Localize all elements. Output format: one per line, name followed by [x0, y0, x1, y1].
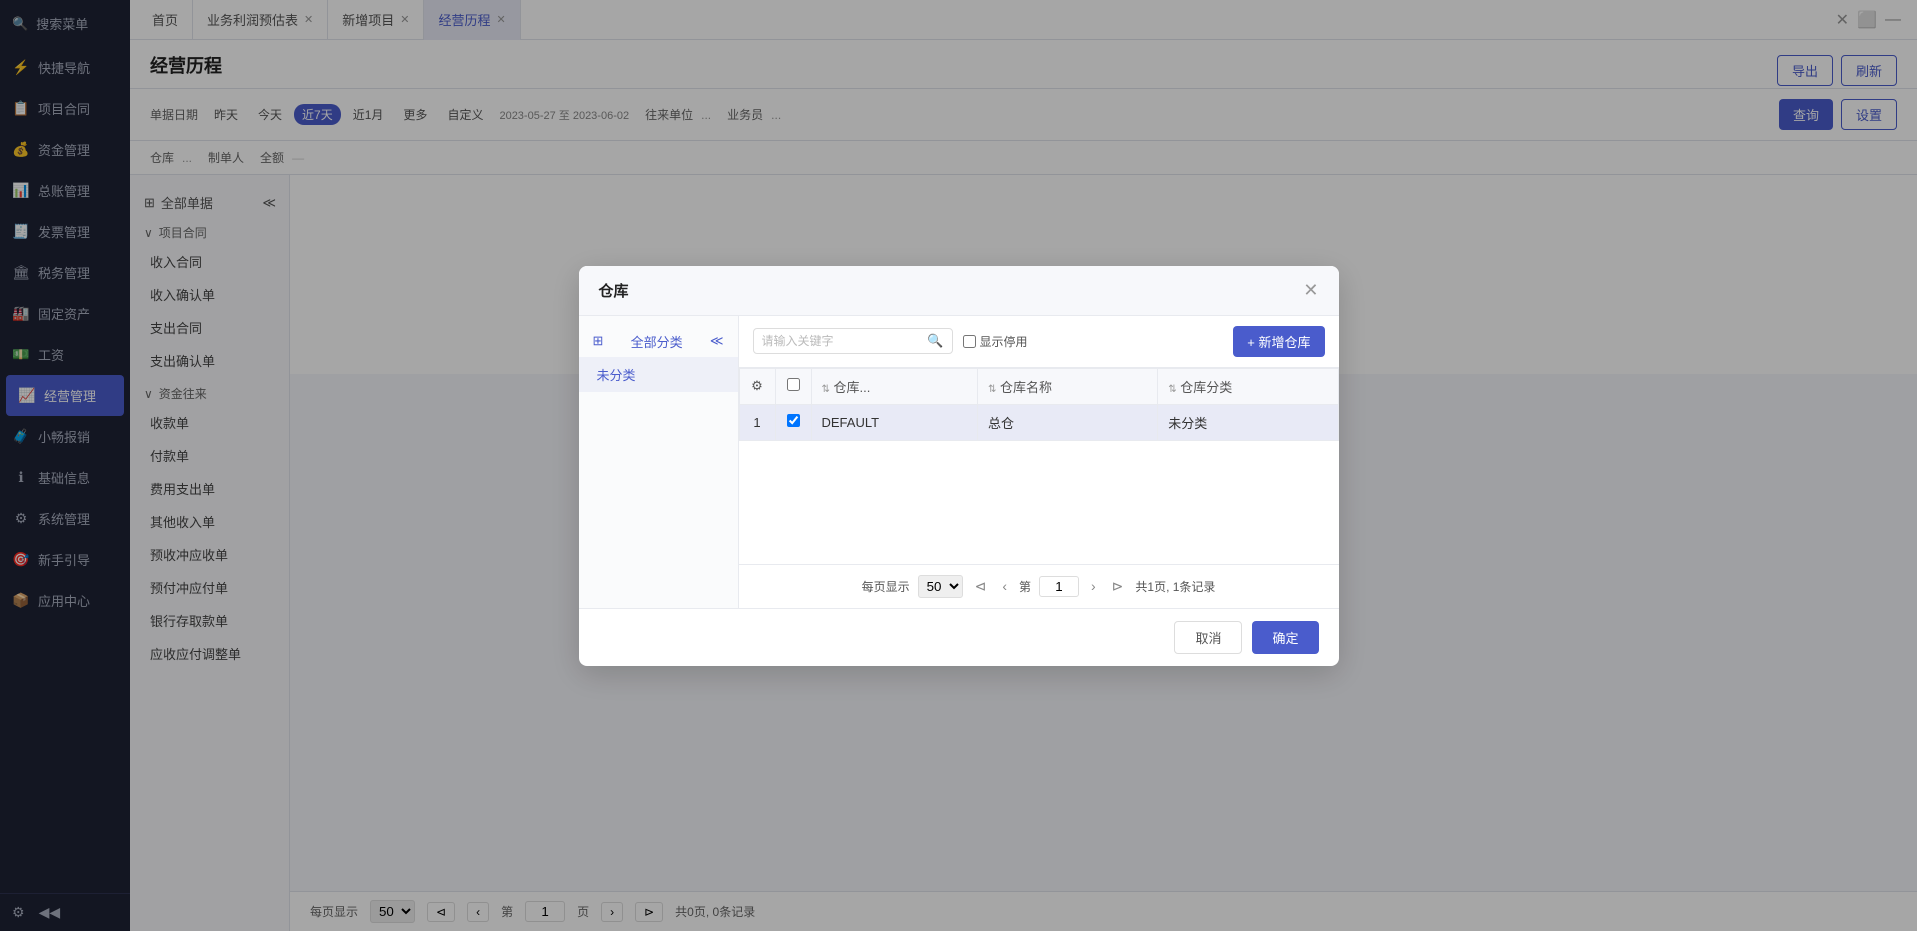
warehouse-dialog: 仓库 ✕ ⊞ 全部分类 ≪ 未分类 🔍 [579, 266, 1339, 666]
dialog-search-box[interactable]: 🔍 [753, 328, 953, 354]
th-name: ⇅ 仓库名称 [978, 368, 1158, 404]
dialog-page-input[interactable] [1039, 576, 1079, 597]
row-checkbox[interactable] [775, 404, 811, 440]
gear-icon: ⚙ [751, 378, 763, 393]
confirm-button[interactable]: 确定 [1252, 621, 1318, 654]
all-category-label: 全部分类 [631, 332, 683, 351]
dialog-search-input[interactable] [762, 334, 922, 348]
row-id: 1 [739, 404, 775, 440]
th-category: ⇅ 仓库分类 [1158, 368, 1338, 404]
dialog-title: 仓库 [599, 280, 629, 301]
show-disabled-label[interactable]: 显示停用 [963, 333, 1028, 350]
modal-overlay: 仓库 ✕ ⊞ 全部分类 ≪ 未分类 🔍 [0, 0, 1917, 931]
dialog-all-category[interactable]: ⊞ 全部分类 ≪ [579, 326, 738, 357]
dialog-next-btn[interactable]: › [1087, 578, 1100, 594]
dialog-prev-btn[interactable]: ‹ [998, 578, 1011, 594]
sort-icon3: ⇅ [1168, 384, 1176, 395]
dialog-page-label: 第 [1019, 578, 1031, 595]
dialog-left-panel: ⊞ 全部分类 ≪ 未分类 [579, 316, 739, 608]
th-gear: ⚙ [739, 368, 775, 404]
row-check-1[interactable] [787, 414, 800, 427]
dialog-left-items: 未分类 [579, 357, 738, 392]
cancel-button[interactable]: 取消 [1174, 621, 1242, 654]
row-code: DEFAULT [811, 404, 978, 440]
collapse-left-icon[interactable]: ≪ [710, 333, 724, 349]
dialog-last-btn[interactable]: ⊳ [1108, 578, 1128, 595]
grid-icon2: ⊞ [593, 333, 604, 349]
dialog-category-未分类[interactable]: 未分类 [579, 357, 738, 392]
table-row[interactable]: 1 DEFAULT 总仓 未分类 [739, 404, 1338, 440]
search-icon2: 🔍 [927, 333, 943, 349]
dialog-actions: 取消 确定 [579, 608, 1339, 666]
row-category: 未分类 [1158, 404, 1338, 440]
dialog-right-panel: 🔍 显示停用 + 新增仓库 ⚙ [739, 316, 1339, 608]
dialog-header: 仓库 ✕ [579, 266, 1339, 316]
dialog-toolbar: 🔍 显示停用 + 新增仓库 [739, 316, 1339, 368]
show-disabled-checkbox[interactable] [963, 335, 976, 348]
add-warehouse-button[interactable]: + 新增仓库 [1233, 326, 1324, 357]
dialog-table-wrap: ⚙ ⇅ 仓库... ⇅ 仓库名称 ⇅ 仓库分类 1 DEFAULT 总仓 未分类 [739, 368, 1339, 564]
dialog-table-body: 1 DEFAULT 总仓 未分类 [739, 404, 1338, 440]
dialog-first-btn[interactable]: ⊲ [971, 578, 991, 595]
dialog-page-size-select[interactable]: 50 [918, 575, 963, 598]
th-code: ⇅ 仓库... [811, 368, 978, 404]
row-name: 总仓 [978, 404, 1158, 440]
table-header-row: ⚙ ⇅ 仓库... ⇅ 仓库名称 ⇅ 仓库分类 [739, 368, 1338, 404]
th-checkbox [775, 368, 811, 404]
dialog-total: 共1页, 1条记录 [1135, 578, 1215, 595]
dialog-page-size-label: 每页显示 [862, 578, 910, 595]
dialog-pagination: 每页显示 50 ⊲ ‹ 第 › ⊳ 共1页, 1条记录 [739, 564, 1339, 608]
sort-icon2: ⇅ [988, 384, 996, 395]
select-all-checkbox[interactable] [787, 378, 800, 391]
warehouse-table: ⚙ ⇅ 仓库... ⇅ 仓库名称 ⇅ 仓库分类 1 DEFAULT 总仓 未分类 [739, 368, 1339, 441]
dialog-close-button[interactable]: ✕ [1303, 280, 1318, 301]
sort-icon: ⇅ [822, 384, 830, 395]
show-disabled-text: 显示停用 [980, 333, 1028, 350]
dialog-body: ⊞ 全部分类 ≪ 未分类 🔍 显示停用 [579, 316, 1339, 608]
table-header: ⚙ ⇅ 仓库... ⇅ 仓库名称 ⇅ 仓库分类 [739, 368, 1338, 404]
